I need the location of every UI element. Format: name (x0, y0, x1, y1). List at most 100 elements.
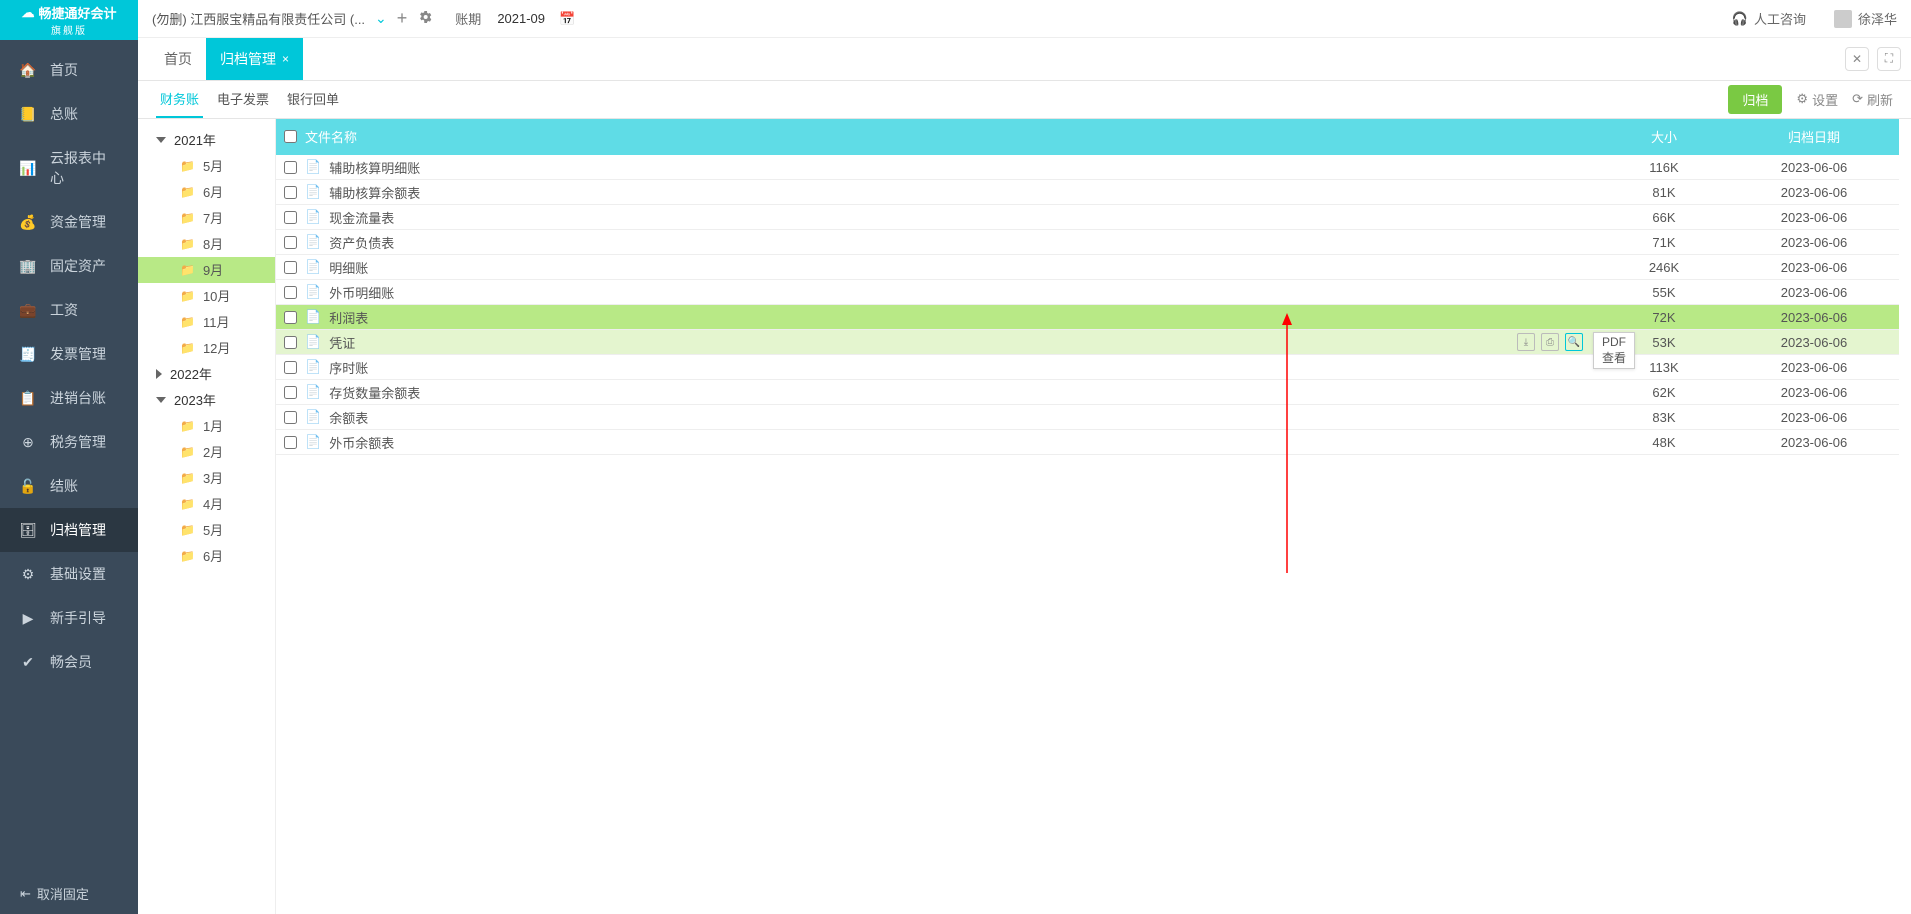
sidebar-item-9[interactable]: 🔓结账 (0, 464, 138, 508)
row-checkbox[interactable] (284, 211, 297, 224)
table-row[interactable]: 📄资产负债表71K2023-06-06 (276, 230, 1899, 255)
page-tab-0[interactable]: 首页 (150, 38, 206, 79)
sidebar-item-5[interactable]: 💼工资 (0, 288, 138, 332)
tree-month-0-3[interactable]: 📁8月 (138, 231, 275, 257)
table-row[interactable]: 📄余额表83K2023-06-06 (276, 405, 1899, 430)
sidebar-item-2[interactable]: 📊云报表中心 (0, 136, 138, 200)
download-pdf-icon[interactable]: ⎙ (1541, 333, 1559, 351)
tree-year-0[interactable]: 2021年 (138, 127, 275, 153)
tree-year-1[interactable]: 2022年 (138, 361, 275, 387)
file-name: 现金流量表 (329, 208, 394, 227)
cloud-icon: ☁ (21, 5, 34, 21)
nav-label: 固定资产 (50, 256, 106, 276)
file-icon: 📄 (305, 159, 321, 175)
row-checkbox[interactable] (284, 286, 297, 299)
page-tab-1[interactable]: 归档管理 × (206, 38, 303, 79)
archive-button[interactable]: 归档 (1728, 85, 1782, 114)
settings-action[interactable]: ⚙ 设置 (1796, 90, 1838, 109)
sidebar-item-13[interactable]: ✔畅会员 (0, 640, 138, 684)
calendar-icon[interactable]: 📅 (559, 11, 575, 27)
tree-month-2-2[interactable]: 📁3月 (138, 465, 275, 491)
sidebar-item-10[interactable]: 🗄归档管理 (0, 508, 138, 552)
folder-icon: 📁 (180, 211, 195, 225)
tree-month-0-4[interactable]: 📁9月 (138, 257, 275, 283)
file-icon: 📄 (305, 359, 321, 375)
row-checkbox[interactable] (284, 336, 297, 349)
table-row[interactable]: 📄外币余额表48K2023-06-06 (276, 430, 1899, 455)
row-checkbox[interactable] (284, 236, 297, 249)
tree-month-0-0[interactable]: 📁5月 (138, 153, 275, 179)
company-name[interactable]: (勿删) 江西服宝精品有限责任公司 (... (152, 9, 365, 28)
tree-month-2-0[interactable]: 📁1月 (138, 413, 275, 439)
tree-month-0-7[interactable]: 📁12月 (138, 335, 275, 361)
support-button[interactable]: 🎧 人工咨询 (1732, 9, 1806, 28)
chevron-down-icon[interactable]: ⌄ (375, 10, 387, 27)
add-company-button[interactable]: + (397, 8, 408, 29)
nav-icon: 📒 (20, 106, 36, 122)
select-all-checkbox[interactable] (284, 130, 297, 143)
nav-label: 新手引导 (50, 608, 106, 628)
file-icon: 📄 (305, 209, 321, 225)
sidebar-item-11[interactable]: ⚙基础设置 (0, 552, 138, 596)
tree-month-0-2[interactable]: 📁7月 (138, 205, 275, 231)
table-row[interactable]: 📄明细账246K2023-06-06 (276, 255, 1899, 280)
row-checkbox[interactable] (284, 361, 297, 374)
month-label: 11月 (203, 312, 230, 331)
sub-tab-1[interactable]: 电子发票 (213, 81, 273, 118)
nav-icon: ✔ (20, 654, 36, 670)
file-date: 2023-06-06 (1729, 305, 1899, 330)
tree-month-2-3[interactable]: 📁4月 (138, 491, 275, 517)
sidebar-item-6[interactable]: 🧾发票管理 (0, 332, 138, 376)
file-date: 2023-06-06 (1729, 380, 1899, 405)
sidebar-item-0[interactable]: 🏠首页 (0, 48, 138, 92)
table-row[interactable]: 📄存货数量余额表62K2023-06-06 (276, 380, 1899, 405)
sidebar-item-8[interactable]: ⊕税务管理 (0, 420, 138, 464)
table-row[interactable]: 📄现金流量表66K2023-06-06 (276, 205, 1899, 230)
close-tab-button[interactable]: ✕ (1845, 47, 1869, 71)
sub-tab-2[interactable]: 银行回单 (283, 81, 343, 118)
table-row[interactable]: 📄外币明细账55K2023-06-06 (276, 280, 1899, 305)
file-size: 66K (1599, 205, 1729, 230)
tree-month-2-4[interactable]: 📁5月 (138, 517, 275, 543)
company-settings-icon[interactable] (417, 9, 433, 28)
table-row[interactable]: 📄利润表72K2023-06-06 (276, 305, 1899, 330)
sidebar-item-4[interactable]: 🏢固定资产 (0, 244, 138, 288)
unpin-button[interactable]: ⇤ 取消固定 (0, 873, 138, 914)
nav-label: 首页 (50, 60, 78, 80)
table-row[interactable]: 📄序时账113K2023-06-06 (276, 355, 1899, 380)
sidebar-item-3[interactable]: 💰资金管理 (0, 200, 138, 244)
row-checkbox[interactable] (284, 311, 297, 324)
sidebar-item-12[interactable]: ▶新手引导 (0, 596, 138, 640)
user-menu[interactable]: 徐泽华 (1834, 9, 1897, 28)
row-checkbox[interactable] (284, 161, 297, 174)
sidebar-item-1[interactable]: 📒总账 (0, 92, 138, 136)
row-checkbox[interactable] (284, 386, 297, 399)
file-size: 72K (1599, 305, 1729, 330)
tree-month-0-6[interactable]: 📁11月 (138, 309, 275, 335)
refresh-action[interactable]: ⟳ 刷新 (1852, 90, 1893, 109)
tree-year-2[interactable]: 2023年 (138, 387, 275, 413)
table-row[interactable]: 📄辅助核算余额表81K2023-06-06 (276, 180, 1899, 205)
table-row[interactable]: 📄凭证⤓⎙🔍PDF查看53K2023-06-06 (276, 330, 1899, 355)
sidebar-item-7[interactable]: 📋进销台账 (0, 376, 138, 420)
row-checkbox[interactable] (284, 186, 297, 199)
file-name: 外币明细账 (329, 283, 394, 302)
period-value[interactable]: 2021-09 (497, 11, 545, 26)
download-excel-icon[interactable]: ⤓ (1517, 333, 1535, 351)
row-checkbox[interactable] (284, 436, 297, 449)
year-label: 2023年 (174, 390, 216, 409)
tree-month-2-5[interactable]: 📁6月 (138, 543, 275, 569)
file-icon: 📄 (305, 234, 321, 250)
close-icon[interactable]: × (282, 52, 289, 66)
folder-icon: 📁 (180, 523, 195, 537)
row-checkbox[interactable] (284, 411, 297, 424)
tree-month-0-5[interactable]: 📁10月 (138, 283, 275, 309)
view-pdf-icon[interactable]: 🔍 (1565, 333, 1583, 351)
caret-icon (156, 397, 166, 403)
row-checkbox[interactable] (284, 261, 297, 274)
sub-tab-0[interactable]: 财务账 (156, 81, 203, 118)
table-row[interactable]: 📄辅助核算明细账116K2023-06-06 (276, 155, 1899, 180)
tree-month-2-1[interactable]: 📁2月 (138, 439, 275, 465)
fullscreen-button[interactable]: ⛶ (1877, 47, 1901, 71)
tree-month-0-1[interactable]: 📁6月 (138, 179, 275, 205)
